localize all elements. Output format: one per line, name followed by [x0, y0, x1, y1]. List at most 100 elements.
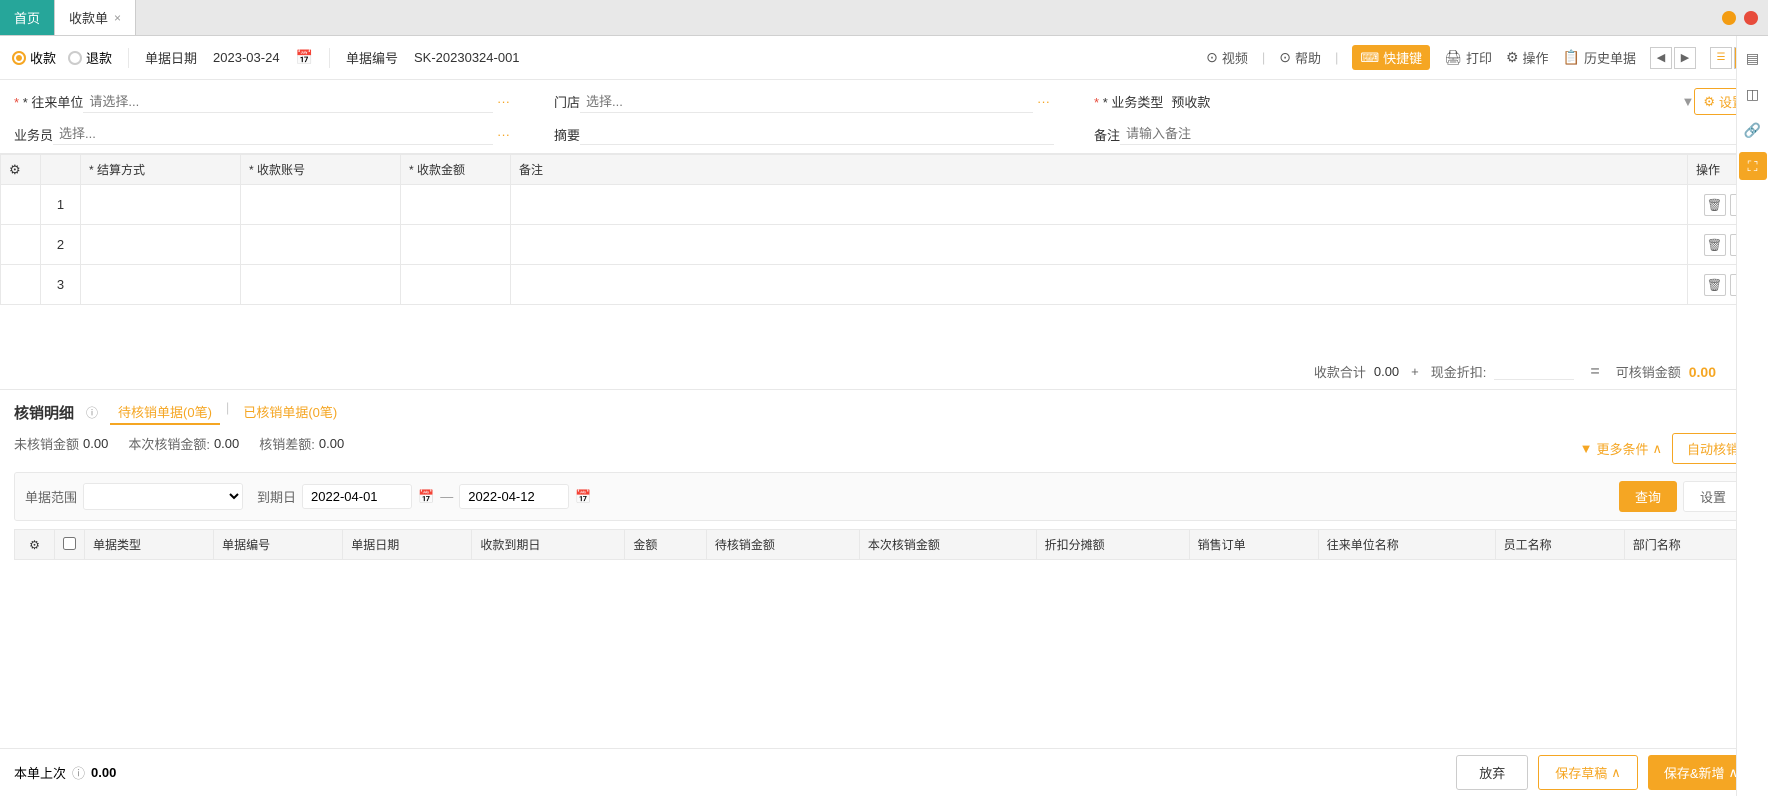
store-label: 门店 — [554, 92, 580, 111]
save-draft-button[interactable]: 保存草稿 ∧ — [1538, 755, 1638, 790]
toolbar-divider-1 — [128, 48, 129, 68]
bottom-header-gear[interactable]: ⚙ — [15, 530, 55, 560]
shortcut-button[interactable]: ⌨ 快捷键 — [1352, 45, 1430, 70]
hexiao-tabs: 待核销单据(0笔) | 已核销单据(0笔) — [110, 400, 345, 425]
table-header-gear[interactable]: ⚙ — [1, 155, 41, 185]
sidebar-icon-table[interactable]: ▤ — [1739, 44, 1767, 72]
staff-more-button[interactable]: ··· — [493, 127, 514, 142]
sidebar-icon-expand[interactable]: ⛶ — [1739, 152, 1767, 180]
form-row-1: * * 往来单位 ··· 门店 ··· * * 业务类型 预收款 ▼ — [14, 88, 1754, 115]
bottom-header-checkbox[interactable] — [55, 530, 85, 560]
nav-prev-button[interactable]: ◀ — [1650, 47, 1672, 69]
bottom-header-sales-order: 销售订单 — [1189, 530, 1318, 560]
bottom-table: ⚙ 单据类型 单据编号 单据日期 收款到期日 金额 待核销金额 本次核销金额 折… — [14, 529, 1754, 560]
table-header-account: * 收款账号 — [241, 155, 401, 185]
window-minimize-button[interactable] — [1722, 11, 1736, 25]
draft-label: 保存草稿 — [1555, 763, 1607, 782]
table-cell-settle-1[interactable] — [81, 185, 241, 225]
operation-label: 操作 — [1523, 48, 1549, 67]
radio-refund[interactable]: 退款 — [68, 48, 112, 67]
nav-next-button[interactable]: ▶ — [1674, 47, 1696, 69]
filter-row: 单据范围 到期日 📅 — 📅 查询 设置 — [14, 472, 1754, 521]
bottom-header-staff: 员工名称 — [1495, 530, 1624, 560]
print-label: 打印 — [1466, 48, 1492, 67]
table-cell-amount-2[interactable] — [401, 225, 511, 265]
table-cell-account-1[interactable] — [241, 185, 401, 225]
table-cell-account-3[interactable] — [241, 265, 401, 305]
dropdown-icon[interactable]: ▼ — [1681, 94, 1694, 109]
help-item[interactable]: ⊙ 帮助 — [1279, 48, 1321, 67]
delete-row-1-button[interactable]: 🗑 — [1704, 194, 1726, 216]
operation-icon: ⚙ — [1506, 49, 1519, 66]
footer-right: 放弃 保存草稿 ∧ 保存&新增 ∧ — [1456, 755, 1754, 790]
summary-input[interactable] — [580, 123, 1054, 145]
footer-info-icon[interactable]: ⓘ — [72, 763, 85, 782]
abandon-button[interactable]: 放弃 — [1456, 755, 1528, 790]
tab-close-icon[interactable]: × — [114, 11, 121, 25]
table-header-rownum — [41, 155, 81, 185]
window-close-button[interactable] — [1744, 11, 1758, 25]
tab-pending[interactable]: 待核销单据(0笔) — [110, 400, 220, 425]
tab-home[interactable]: 首页 — [0, 0, 55, 35]
more-conditions-button[interactable]: ▼ 更多条件 ∧ — [1580, 439, 1662, 458]
calendar-to-icon[interactable]: 📅 — [575, 489, 591, 505]
store-input[interactable] — [580, 91, 1033, 113]
calendar-from-icon[interactable]: 📅 — [418, 489, 434, 505]
radio-circle-refund — [68, 51, 82, 65]
counterparty-input[interactable] — [83, 91, 493, 113]
current-label: 本次核销金额: — [128, 434, 210, 453]
table-cell-note-2[interactable] — [511, 225, 1688, 265]
tab-done[interactable]: 已核销单据(0笔) — [235, 400, 345, 425]
table-cell-amount-3[interactable] — [401, 265, 511, 305]
layout-list-button[interactable]: ☰ — [1710, 47, 1732, 69]
date-to-input[interactable] — [459, 484, 569, 509]
total-value: 0.00 — [1374, 364, 1399, 379]
table-header-amount: * 收款金额 — [401, 155, 511, 185]
sidebar-icon-layout[interactable]: ◫ — [1739, 80, 1767, 108]
radio-collection[interactable]: 收款 — [12, 48, 56, 67]
sidebar-icon-link[interactable]: 🔗 — [1739, 116, 1767, 144]
table-cell-amount-1[interactable] — [401, 185, 511, 225]
summary-label: 摘要 — [554, 125, 580, 144]
due-date-label: 到期日 — [257, 487, 296, 506]
delete-row-3-button[interactable]: 🗑 — [1704, 274, 1726, 296]
remark-label: 备注 — [1094, 125, 1120, 144]
hexiao-info-icon[interactable]: ⓘ — [86, 404, 98, 421]
calendar-icon[interactable]: 📅 — [296, 49, 313, 66]
table-cell-settle-3[interactable] — [81, 265, 241, 305]
table-cell-settle-2[interactable] — [81, 225, 241, 265]
filter-right: 查询 设置 — [1619, 481, 1743, 512]
plus-sign: + — [1411, 364, 1419, 379]
form-row-2: 业务员 ··· 摘要 备注 — [14, 123, 1754, 145]
operation-item[interactable]: ⚙ 操作 — [1506, 48, 1549, 67]
page-value: 0.00 — [91, 765, 116, 780]
bottom-header-amount: 金额 — [625, 530, 706, 560]
main-content: 收款 退款 单据日期 2023-03-24 📅 单据编号 SK-20230324… — [0, 36, 1768, 796]
delete-row-2-button[interactable]: 🗑 — [1704, 234, 1726, 256]
stat-unverified: 未核销金额 0.00 — [14, 434, 108, 453]
counterparty-more-button[interactable]: ··· — [493, 94, 514, 109]
query-button[interactable]: 查询 — [1619, 481, 1677, 512]
stat-diff: 核销差额: 0.00 — [259, 434, 344, 453]
table-row: 3 🗑 ⊕ — [1, 265, 1768, 305]
remark-input[interactable] — [1120, 123, 1754, 145]
business-type-field: * * 业务类型 预收款 ▼ ⚙ 设置 — [1094, 88, 1754, 115]
stat-current: 本次核销金额: 0.00 — [128, 434, 239, 453]
history-item[interactable]: 📋 历史单据 — [1563, 48, 1636, 67]
tab-collection[interactable]: 收款单 × — [55, 0, 136, 35]
print-item[interactable]: 🖨 打印 — [1444, 48, 1492, 67]
table-cell-account-2[interactable] — [241, 225, 401, 265]
staff-input[interactable] — [53, 123, 493, 145]
discount-input[interactable] — [1494, 364, 1574, 380]
date-from-input[interactable] — [302, 484, 412, 509]
table-cell-note-1[interactable] — [511, 185, 1688, 225]
hexiao-right: ▼ 更多条件 ∧ 自动核销 — [1580, 433, 1754, 464]
more-conditions-label: 更多条件 — [1596, 439, 1648, 458]
filter-settings-button[interactable]: 设置 — [1683, 481, 1743, 512]
select-all-checkbox[interactable] — [63, 537, 76, 550]
table-cell-note-3[interactable] — [511, 265, 1688, 305]
store-more-button[interactable]: ··· — [1033, 94, 1054, 109]
store-field: 门店 ··· — [554, 91, 1054, 113]
video-item[interactable]: ⊙ 视频 — [1206, 48, 1248, 67]
range-select[interactable] — [83, 483, 243, 510]
